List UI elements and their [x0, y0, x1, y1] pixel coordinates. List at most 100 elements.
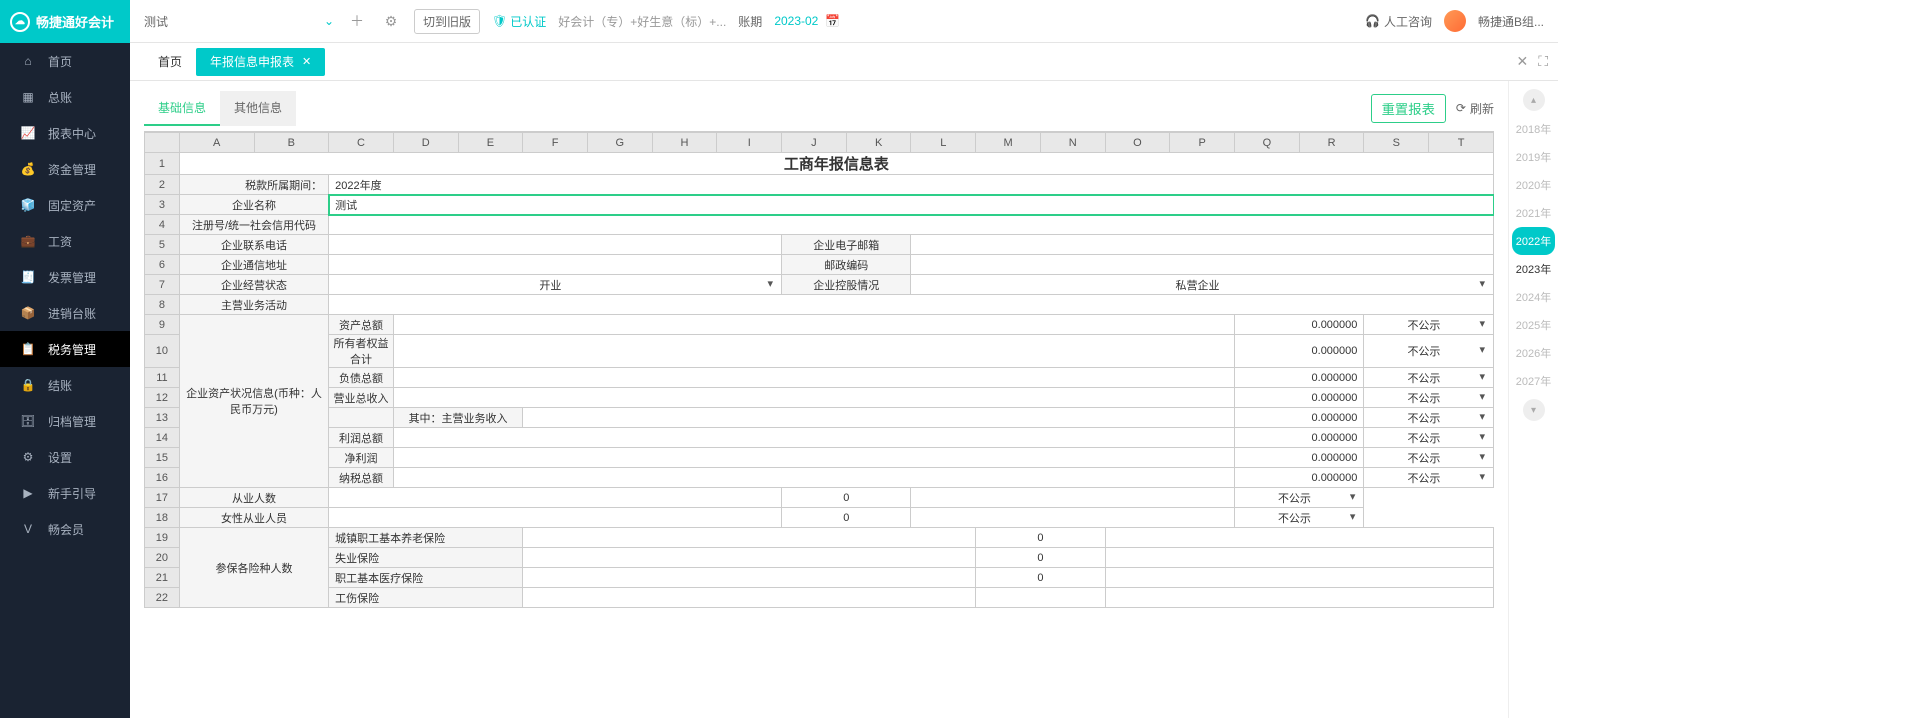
row-header[interactable]: 22	[145, 588, 180, 608]
scroll-up-icon[interactable]: ▴	[1523, 89, 1545, 111]
cell[interactable]	[329, 255, 782, 275]
col-header[interactable]: R	[1299, 133, 1364, 153]
publicity-select[interactable]: 不公示	[1364, 388, 1494, 408]
col-header[interactable]: C	[329, 133, 394, 153]
gear-icon[interactable]: ⚙	[380, 10, 402, 32]
col-header[interactable]: J	[782, 133, 847, 153]
sidebar-item-5[interactable]: 💼工资	[0, 223, 130, 259]
row-header[interactable]: 21	[145, 568, 180, 588]
value-cell[interactable]: 0.000000	[1235, 315, 1364, 335]
row-header[interactable]: 11	[145, 368, 180, 388]
year-item[interactable]: 2020年	[1512, 171, 1555, 199]
sidebar-item-1[interactable]: ▦总账	[0, 79, 130, 115]
year-item[interactable]: 2022年	[1512, 227, 1555, 255]
row-header[interactable]: 10	[145, 335, 180, 368]
year-item[interactable]: 2019年	[1512, 143, 1555, 171]
sidebar-item-6[interactable]: 🧾发票管理	[0, 259, 130, 295]
user-name[interactable]: 畅捷通B组...	[1478, 13, 1544, 30]
publicity-select[interactable]: 不公示	[1235, 508, 1364, 528]
col-header[interactable]: A	[179, 133, 254, 153]
publicity-select[interactable]: 不公示	[1364, 335, 1494, 368]
col-header[interactable]: K	[846, 133, 911, 153]
sidebar-item-10[interactable]: 🗄归档管理	[0, 403, 130, 439]
row-header[interactable]: 3	[145, 195, 180, 215]
status-select[interactable]: 开业	[329, 275, 782, 295]
row-header[interactable]: 18	[145, 508, 180, 528]
cell[interactable]	[393, 448, 1234, 468]
fullscreen-icon[interactable]: ⛶	[1538, 53, 1548, 70]
company-name-cell[interactable]: 测试	[329, 195, 1494, 215]
cell[interactable]	[329, 508, 782, 528]
close-all-icon[interactable]: ✕	[1516, 53, 1528, 70]
value-cell[interactable]: 0	[976, 548, 1105, 568]
sidebar-item-13[interactable]: V畅会员	[0, 511, 130, 547]
publicity-select[interactable]: 不公示	[1364, 408, 1494, 428]
col-header[interactable]: E	[458, 133, 523, 153]
row-header[interactable]: 7	[145, 275, 180, 295]
col-header[interactable]: I	[717, 133, 782, 153]
year-item[interactable]: 2025年	[1512, 311, 1555, 339]
refresh-button[interactable]: ⟳ 刷新	[1456, 100, 1494, 117]
col-header[interactable]: M	[976, 133, 1041, 153]
add-icon[interactable]: ＋	[346, 10, 368, 32]
scroll-down-icon[interactable]: ▾	[1523, 399, 1545, 421]
value-cell[interactable]: 0.000000	[1235, 408, 1364, 428]
subtab-other[interactable]: 其他信息	[220, 91, 296, 126]
cell[interactable]	[523, 408, 1235, 428]
row-header[interactable]: 19	[145, 528, 180, 548]
col-header[interactable]: G	[587, 133, 652, 153]
cell[interactable]	[1105, 568, 1493, 588]
switch-old-button[interactable]: 切到旧版	[414, 9, 480, 34]
row-header[interactable]: 16	[145, 468, 180, 488]
cell[interactable]	[523, 548, 976, 568]
cell[interactable]	[393, 315, 1234, 335]
row-header[interactable]: 14	[145, 428, 180, 448]
row-header[interactable]: 4	[145, 215, 180, 235]
cell[interactable]	[911, 488, 1235, 508]
period-selector[interactable]: 2023-02 📅	[774, 14, 840, 28]
sidebar-item-11[interactable]: ⚙设置	[0, 439, 130, 475]
col-header[interactable]: O	[1105, 133, 1170, 153]
cell[interactable]	[911, 255, 1494, 275]
customer-service-link[interactable]: 🎧 人工咨询	[1365, 13, 1432, 30]
publicity-select[interactable]: 不公示	[1364, 315, 1494, 335]
year-item[interactable]: 2018年	[1512, 115, 1555, 143]
row-header[interactable]: 2	[145, 175, 180, 195]
col-header[interactable]: L	[911, 133, 976, 153]
publicity-select[interactable]: 不公示	[1364, 428, 1494, 448]
holding-select[interactable]: 私营企业	[911, 275, 1494, 295]
col-header[interactable]: S	[1364, 133, 1429, 153]
value-cell[interactable]: 0.000000	[1235, 335, 1364, 368]
row-header[interactable]: 17	[145, 488, 180, 508]
avatar[interactable]	[1444, 10, 1466, 32]
publicity-select[interactable]: 不公示	[1364, 448, 1494, 468]
cell[interactable]	[393, 468, 1234, 488]
cell[interactable]	[1105, 588, 1493, 608]
cell[interactable]	[329, 235, 782, 255]
value-cell[interactable]: 0	[976, 568, 1105, 588]
row-header[interactable]: 13	[145, 408, 180, 428]
sidebar-item-2[interactable]: 📈报表中心	[0, 115, 130, 151]
row-header[interactable]: 5	[145, 235, 180, 255]
row-header[interactable]: 1	[145, 153, 180, 175]
col-header[interactable]: Q	[1235, 133, 1300, 153]
col-header[interactable]: P	[1170, 133, 1235, 153]
tab-home[interactable]: 首页	[144, 48, 196, 76]
cell[interactable]	[911, 508, 1235, 528]
sidebar-item-9[interactable]: 🔒结账	[0, 367, 130, 403]
row-header[interactable]: 15	[145, 448, 180, 468]
tab-annual-report[interactable]: 年报信息申报表 ✕	[196, 48, 325, 76]
cell[interactable]	[523, 528, 976, 548]
publicity-select[interactable]: 不公示	[1235, 488, 1364, 508]
row-header[interactable]: 12	[145, 388, 180, 408]
row-header[interactable]: 8	[145, 295, 180, 315]
cell[interactable]	[329, 295, 1494, 315]
row-header[interactable]: 6	[145, 255, 180, 275]
value-cell[interactable]: 0	[782, 508, 911, 528]
sidebar-item-7[interactable]: 📦进销台账	[0, 295, 130, 331]
cell[interactable]	[329, 215, 1494, 235]
value-cell[interactable]: 0.000000	[1235, 428, 1364, 448]
cell[interactable]	[911, 235, 1494, 255]
reset-button[interactable]: 重置报表	[1371, 94, 1446, 123]
col-header[interactable]: F	[523, 133, 588, 153]
